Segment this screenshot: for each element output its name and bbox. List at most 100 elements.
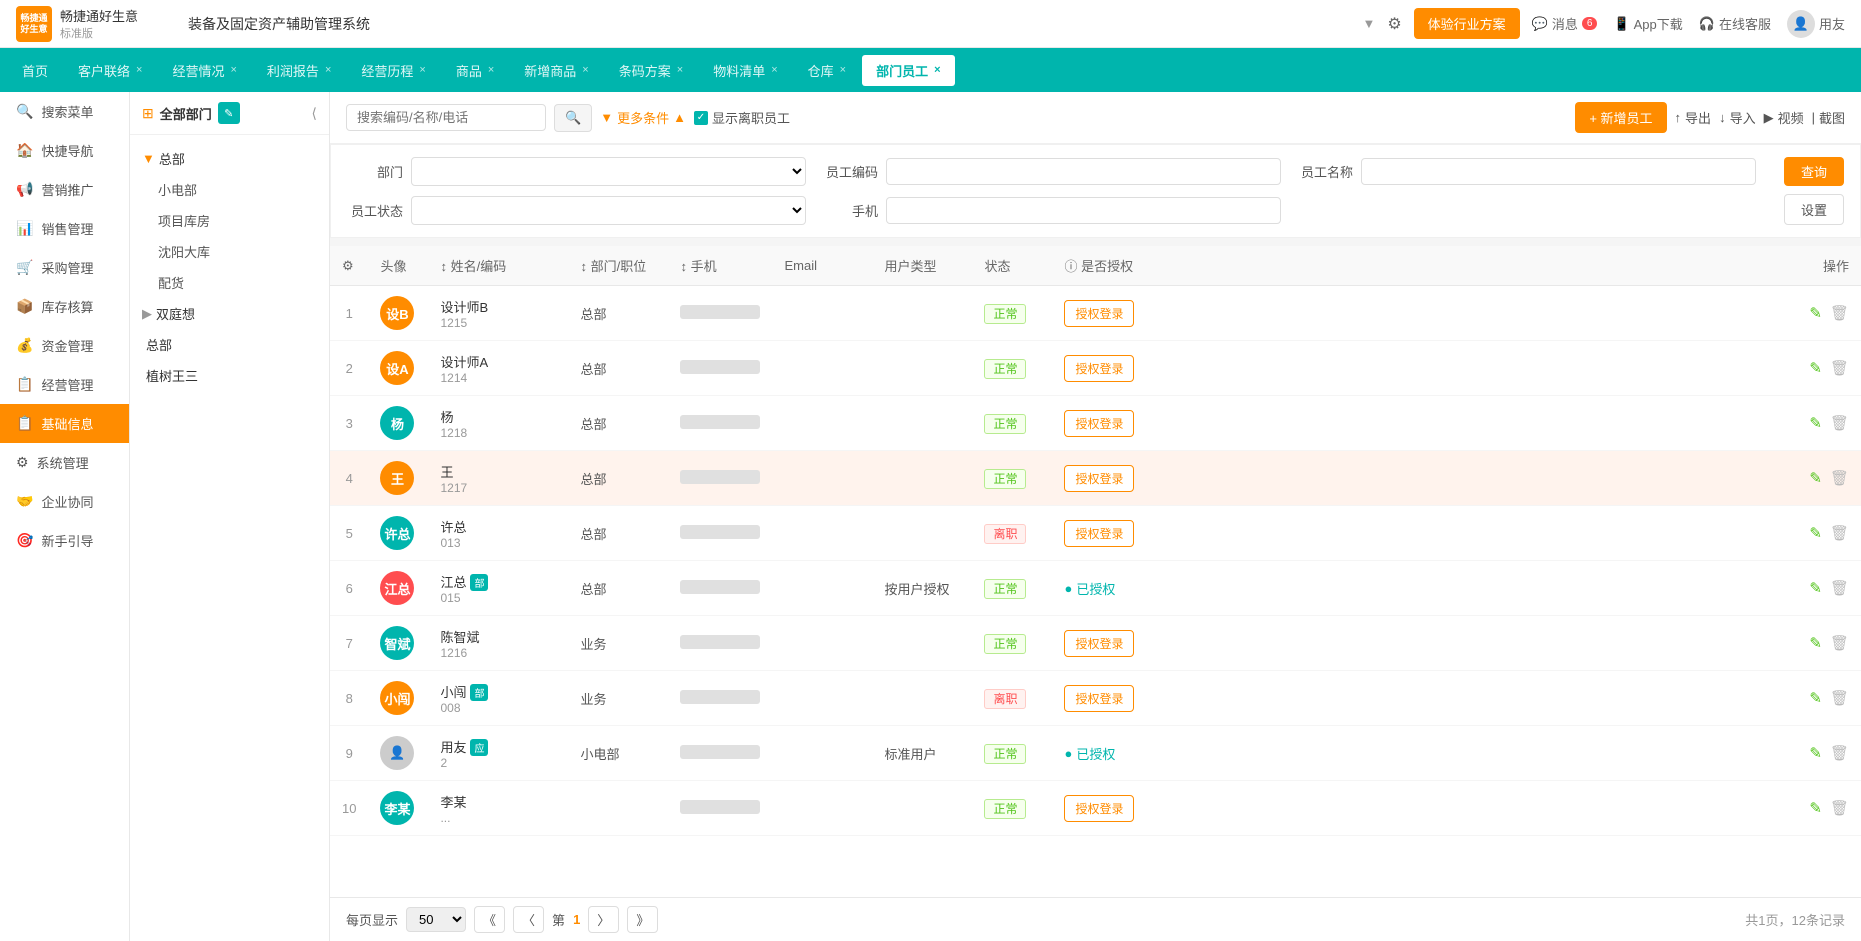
- edit-btn[interactable]: ✎: [1809, 469, 1822, 487]
- sidebar-item-purchase[interactable]: 🛒 采购管理: [0, 248, 129, 287]
- edit-btn[interactable]: ✎: [1809, 579, 1822, 597]
- dept-node-shenyang[interactable]: 沈阳大库: [130, 236, 329, 267]
- more-filter-btn[interactable]: ▼ 更多条件 ▲: [600, 108, 686, 127]
- auth-login-btn[interactable]: 授权登录: [1064, 630, 1134, 657]
- nav-close-icon[interactable]: ×: [488, 64, 494, 76]
- empcode-input[interactable]: [886, 158, 1281, 185]
- delete-btn[interactable]: 🗑: [1830, 359, 1849, 377]
- trial-button[interactable]: 体验行业方案: [1414, 8, 1520, 39]
- nav-home[interactable]: 首页: [8, 55, 62, 86]
- page-size-select[interactable]: 50 20 100: [406, 907, 466, 932]
- nav-close-active-icon[interactable]: ×: [934, 64, 940, 76]
- sidebar-item-base[interactable]: 📋 基础信息: [0, 404, 129, 443]
- empname-input[interactable]: [1361, 158, 1756, 185]
- message-btn[interactable]: 💬 消息 6: [1532, 14, 1598, 33]
- dept-group-general2[interactable]: 总部: [130, 329, 329, 360]
- user-btn[interactable]: 👤 用友: [1787, 10, 1845, 38]
- delete-btn[interactable]: 🗑: [1830, 524, 1849, 542]
- prev-page-btn[interactable]: 〈: [513, 906, 544, 933]
- first-page-btn[interactable]: 《: [474, 906, 505, 933]
- nav-employees[interactable]: 部门员工 ×: [862, 55, 954, 86]
- nav-warehouse[interactable]: 仓库 ×: [794, 55, 860, 86]
- nav-bom[interactable]: 物料清单 ×: [699, 55, 791, 86]
- sidebar-item-sales[interactable]: 📊 销售管理: [0, 209, 129, 248]
- col-phone[interactable]: ↕ 手机: [668, 246, 772, 286]
- sidebar-item-collab[interactable]: 🤝 企业协同: [0, 482, 129, 521]
- auth-login-btn[interactable]: 授权登录: [1064, 300, 1134, 327]
- sidebar-item-nav[interactable]: 🏠 快捷导航: [0, 131, 129, 170]
- nav-profit[interactable]: 利润报告 ×: [253, 55, 345, 86]
- last-page-btn[interactable]: 》: [627, 906, 658, 933]
- auth-login-btn[interactable]: 授权登录: [1064, 465, 1134, 492]
- nav-add-goods[interactable]: 新增商品 ×: [510, 55, 602, 86]
- view-btn[interactable]: ▶ 视频: [1764, 108, 1804, 127]
- nav-goods[interactable]: 商品 ×: [442, 55, 508, 86]
- dept-edit-btn[interactable]: ✎: [218, 102, 240, 124]
- empstatus-select[interactable]: [411, 196, 806, 225]
- phone-input[interactable]: [886, 197, 1281, 224]
- show-resigned-toggle[interactable]: ✓ 显示离职员工: [694, 108, 790, 127]
- auth-login-btn[interactable]: 授权登录: [1064, 795, 1134, 822]
- online-service-btn[interactable]: 🎧 在线客服: [1699, 14, 1771, 33]
- nav-customer[interactable]: 客户联络 ×: [64, 55, 156, 86]
- search-button[interactable]: 🔍: [554, 104, 592, 132]
- dept-collapse-btn[interactable]: ⟨: [312, 105, 317, 122]
- export-btn[interactable]: ↑ 导出: [1675, 108, 1712, 127]
- sidebar-item-system[interactable]: ⚙ 系统管理: [0, 443, 129, 482]
- search-input[interactable]: [346, 104, 546, 131]
- nav-close-icon[interactable]: ×: [325, 64, 331, 76]
- auth-login-btn[interactable]: 授权登录: [1064, 685, 1134, 712]
- delete-btn[interactable]: 🗑: [1830, 744, 1849, 762]
- sidebar-item-search[interactable]: 🔍 搜索菜单: [0, 92, 129, 131]
- col-name-code[interactable]: ↕ 姓名/编码: [428, 246, 568, 286]
- nav-history[interactable]: 经营历程 ×: [347, 55, 439, 86]
- delete-btn[interactable]: 🗑: [1830, 414, 1849, 432]
- auth-login-btn[interactable]: 授权登录: [1064, 355, 1134, 382]
- dept-node-small-elec[interactable]: 小电部: [130, 174, 329, 205]
- auth-login-btn[interactable]: 授权登录: [1064, 520, 1134, 547]
- edit-btn[interactable]: ✎: [1809, 744, 1822, 762]
- edit-btn[interactable]: ✎: [1809, 304, 1822, 322]
- delete-btn[interactable]: 🗑: [1830, 469, 1849, 487]
- nav-close-icon[interactable]: ×: [419, 64, 425, 76]
- edit-btn[interactable]: ✎: [1809, 524, 1822, 542]
- dept-select[interactable]: [411, 157, 806, 186]
- dept-group-planting[interactable]: 植树王三: [130, 360, 329, 391]
- delete-btn[interactable]: 🗑: [1830, 799, 1849, 817]
- reset-btn[interactable]: 设置: [1784, 194, 1844, 225]
- delete-btn[interactable]: 🗑: [1830, 689, 1849, 707]
- show-resigned-checkbox[interactable]: ✓: [694, 111, 708, 125]
- nav-close-icon[interactable]: ×: [582, 64, 588, 76]
- dropdown-icon[interactable]: ▼: [1362, 16, 1375, 31]
- col-settings[interactable]: ⚙: [330, 246, 368, 286]
- edit-btn[interactable]: ✎: [1809, 359, 1822, 377]
- delete-btn[interactable]: 🗑: [1830, 304, 1849, 322]
- nav-close-icon[interactable]: ×: [677, 64, 683, 76]
- sidebar-item-marketing[interactable]: 📢 营销推广: [0, 170, 129, 209]
- nav-close-icon[interactable]: ×: [136, 64, 142, 76]
- delete-btn[interactable]: 🗑: [1830, 579, 1849, 597]
- nav-close-icon[interactable]: ×: [840, 64, 846, 76]
- nav-barcode[interactable]: 条码方案 ×: [605, 55, 697, 86]
- edit-btn[interactable]: ✎: [1809, 799, 1822, 817]
- next-page-btn[interactable]: 〉: [588, 906, 619, 933]
- add-employee-btn[interactable]: + 新增员工: [1575, 102, 1666, 133]
- import-btn[interactable]: ↓ 导入: [1719, 108, 1756, 127]
- delete-btn[interactable]: 🗑: [1830, 634, 1849, 652]
- edit-btn[interactable]: ✎: [1809, 689, 1822, 707]
- query-btn[interactable]: 查询: [1784, 157, 1844, 186]
- app-download-btn[interactable]: 📱 App下载: [1613, 14, 1682, 33]
- sidebar-item-finance[interactable]: 💰 资金管理: [0, 326, 129, 365]
- sidebar-item-inventory[interactable]: 📦 库存核算: [0, 287, 129, 326]
- dept-node-dispatch[interactable]: 配货: [130, 267, 329, 298]
- sidebar-item-management[interactable]: 📋 经营管理: [0, 365, 129, 404]
- sidebar-item-guide[interactable]: 🎯 新手引导: [0, 521, 129, 560]
- nav-close-icon[interactable]: ×: [771, 64, 777, 76]
- settings-icon[interactable]: ⚙: [1387, 14, 1401, 34]
- edit-btn[interactable]: ✎: [1809, 634, 1822, 652]
- dept-group-general[interactable]: ▼ 总部: [130, 143, 329, 174]
- edit-btn[interactable]: ✎: [1809, 414, 1822, 432]
- auth-login-btn[interactable]: 授权登录: [1064, 410, 1134, 437]
- dept-node-project[interactable]: 项目库房: [130, 205, 329, 236]
- col-dept-pos[interactable]: ↕ 部门/职位: [568, 246, 668, 286]
